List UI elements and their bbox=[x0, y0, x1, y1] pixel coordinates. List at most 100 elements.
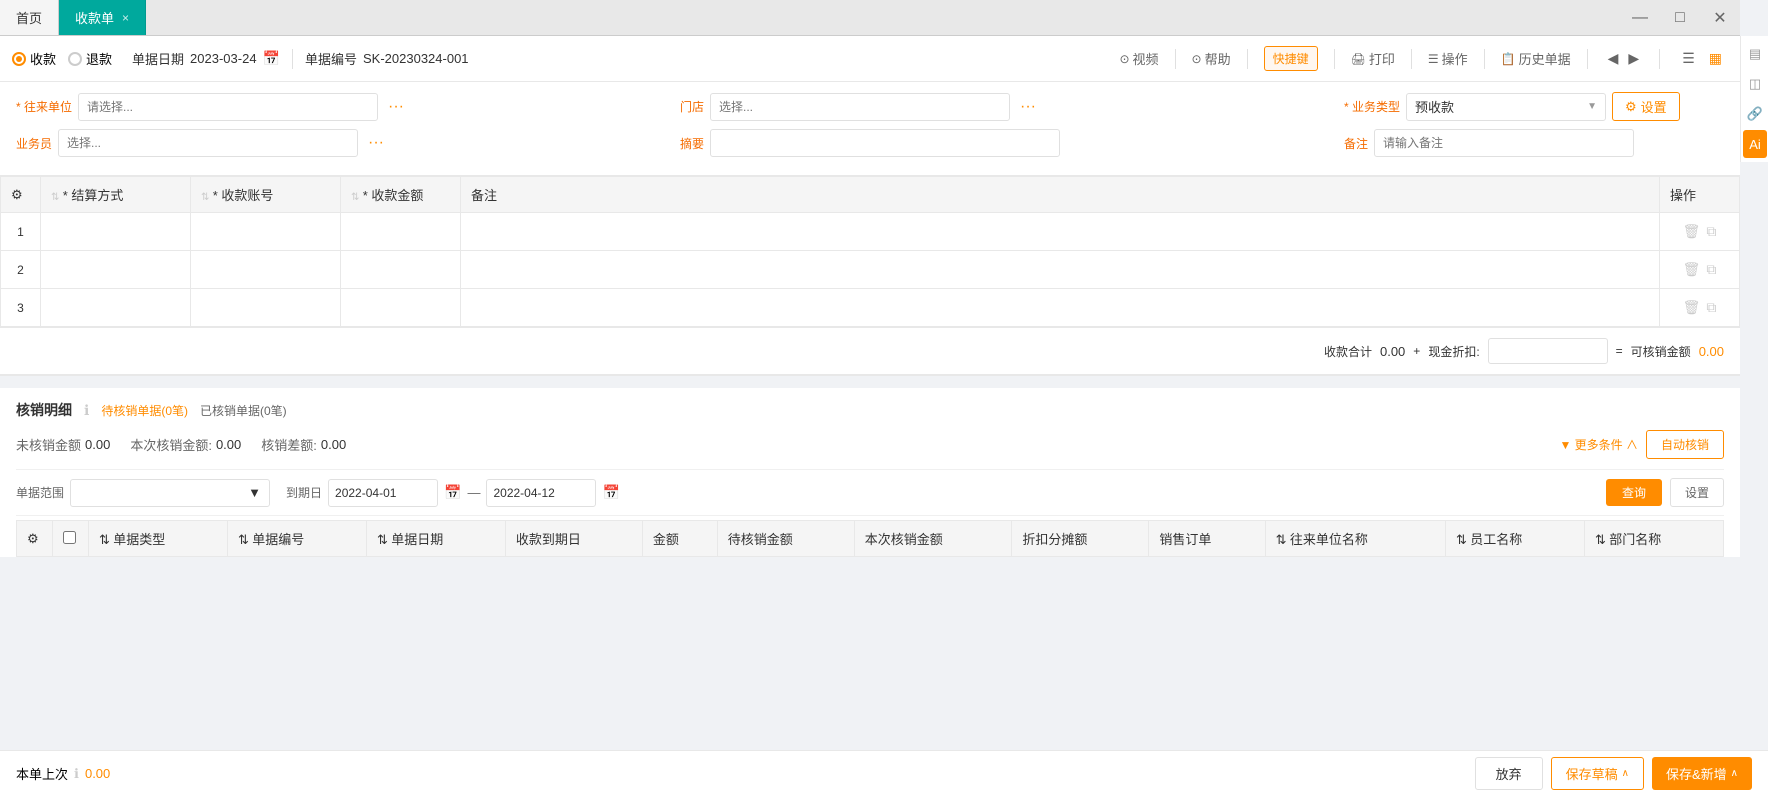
row-settlement-3[interactable] bbox=[41, 289, 191, 327]
copy-icon-2[interactable]: ⧉ bbox=[1706, 261, 1716, 278]
footer-info-icon[interactable]: ℹ bbox=[74, 766, 79, 782]
sidebar-icon-ai[interactable]: Ai bbox=[1743, 130, 1767, 158]
settings-button[interactable]: 设置 bbox=[1670, 478, 1724, 507]
close-button[interactable]: ✕ bbox=[1700, 0, 1740, 36]
unverified-value: 0.00 bbox=[85, 437, 110, 452]
tab-done[interactable]: 已核销单据(0笔) bbox=[200, 402, 287, 419]
payment-type-group: 收款 退款 bbox=[12, 49, 112, 68]
delete-icon-3[interactable]: 🗑 bbox=[1683, 299, 1701, 316]
verify-info-icon[interactable]: ℹ bbox=[84, 402, 89, 419]
save-new-button[interactable]: 保存&新增 ∧ bbox=[1652, 757, 1752, 790]
sub-col-dept: ⇅ 部门名称 bbox=[1584, 521, 1723, 557]
row-actions-2: 🗑 ⧉ bbox=[1660, 251, 1740, 289]
action-help[interactable]: ⊙ 帮助 bbox=[1192, 49, 1231, 68]
action-history[interactable]: 📋 历史单据 bbox=[1501, 49, 1571, 68]
calendar-icon[interactable]: 📅 bbox=[263, 50, 280, 67]
date-label: 单据日期 bbox=[132, 49, 184, 68]
verify-header: 核销明细 ℹ 待核销单据(0笔) 已核销单据(0笔) bbox=[16, 400, 1724, 420]
shortcut-button[interactable]: 快捷键 bbox=[1264, 46, 1318, 71]
nav-prev[interactable]: ◀ bbox=[1604, 48, 1623, 69]
col-settings-header[interactable]: ⚙ bbox=[1, 177, 41, 213]
action-video[interactable]: ⊙ 视频 bbox=[1119, 49, 1158, 68]
tab-home-label: 首页 bbox=[16, 8, 42, 27]
sidebar-icon-1[interactable]: ▤ bbox=[1743, 40, 1767, 68]
row-remark-1[interactable] bbox=[461, 213, 1660, 251]
sidebar-icon-3[interactable]: 🔗 bbox=[1743, 100, 1767, 128]
grid-view-btn[interactable]: ▦ bbox=[1703, 48, 1728, 69]
diff-value: 0.00 bbox=[321, 437, 346, 452]
minimize-button[interactable]: — bbox=[1620, 0, 1660, 36]
row-num-3: 3 bbox=[1, 289, 41, 327]
row-remark-3[interactable] bbox=[461, 289, 1660, 327]
divider2 bbox=[1175, 49, 1176, 69]
ai-icon: Ai bbox=[1749, 137, 1761, 152]
row-account-3[interactable] bbox=[191, 289, 341, 327]
row-actions-1: 🗑 ⧉ bbox=[1660, 213, 1740, 251]
action-print[interactable]: 🖨 打印 bbox=[1351, 49, 1395, 68]
radio-tuikuan[interactable]: 退款 bbox=[68, 49, 112, 68]
counterparty-input[interactable] bbox=[78, 93, 378, 121]
row-settlement-2[interactable] bbox=[41, 251, 191, 289]
filter-due-field: 到期日 📅 — 📅 bbox=[286, 479, 620, 507]
delete-icon-2[interactable]: 🗑 bbox=[1683, 261, 1701, 278]
table-row: 1 🗑 ⧉ bbox=[1, 213, 1740, 251]
row-account-2[interactable] bbox=[191, 251, 341, 289]
discount-input[interactable] bbox=[1488, 338, 1608, 364]
delete-icon-1[interactable]: 🗑 bbox=[1683, 223, 1701, 240]
counterparty-ellipsis[interactable]: ··· bbox=[388, 98, 404, 116]
sub-col-checkbox[interactable] bbox=[53, 521, 89, 557]
row-amount-1[interactable] bbox=[341, 213, 461, 251]
copy-icon-3[interactable]: ⧉ bbox=[1706, 299, 1716, 316]
remark-label: 备注 bbox=[1344, 135, 1368, 152]
sidebar-icon-2[interactable]: ◫ bbox=[1743, 70, 1767, 98]
remark-input[interactable] bbox=[1374, 129, 1634, 157]
maximize-button[interactable]: □ bbox=[1660, 0, 1700, 36]
tab-home[interactable]: 首页 bbox=[0, 0, 59, 35]
filter-due-end[interactable] bbox=[486, 479, 596, 507]
summary-row: 收款合计 0.00 + 现金折扣: = 可核销金额 0.00 bbox=[0, 327, 1740, 376]
sub-col-discount: 折扣分摊额 bbox=[1012, 521, 1149, 557]
nav-arrows: ◀ ▶ bbox=[1604, 48, 1644, 69]
link-icon: 🔗 bbox=[1747, 106, 1763, 122]
nav-next[interactable]: ▶ bbox=[1624, 48, 1643, 69]
radio-shoukuan[interactable]: 收款 bbox=[12, 49, 56, 68]
business-type-select[interactable]: 预收款 ▼ bbox=[1406, 93, 1606, 121]
store-input[interactable] bbox=[710, 93, 1010, 121]
more-conditions-link[interactable]: ▼ 更多条件 ∧ bbox=[1559, 436, 1638, 453]
query-button[interactable]: 查询 bbox=[1606, 479, 1662, 506]
date-start-icon[interactable]: 📅 bbox=[444, 484, 461, 501]
select-all-checkbox[interactable] bbox=[63, 531, 76, 544]
tab-pending[interactable]: 待核销单据(0笔) bbox=[101, 402, 188, 419]
filter-range-select[interactable]: ▼ bbox=[70, 479, 270, 507]
current-label: 本次核销金额: bbox=[130, 435, 212, 454]
divider6 bbox=[1484, 49, 1485, 69]
divider7 bbox=[1587, 49, 1588, 69]
setup-button[interactable]: ⚙ 设置 bbox=[1612, 92, 1680, 121]
sub-col-settings[interactable]: ⚙ bbox=[17, 521, 53, 557]
auto-verify-button[interactable]: 自动核销 bbox=[1646, 430, 1724, 459]
table-body: 1 🗑 ⧉ 2 bbox=[1, 213, 1740, 327]
list-view-btn[interactable]: ☰ bbox=[1676, 48, 1701, 69]
row-settlement-1[interactable] bbox=[41, 213, 191, 251]
row-amount-3[interactable] bbox=[341, 289, 461, 327]
date-separator: — bbox=[467, 485, 480, 500]
copy-icon-1[interactable]: ⧉ bbox=[1706, 223, 1716, 240]
salesperson-input[interactable] bbox=[58, 129, 358, 157]
sub-col-counterparty: ⇅ 往来单位名称 bbox=[1265, 521, 1445, 557]
store-ellipsis[interactable]: ··· bbox=[1020, 98, 1036, 116]
filter-due-start[interactable] bbox=[328, 479, 438, 507]
tab-close-icon[interactable]: × bbox=[122, 11, 129, 25]
filter-range-label: 单据范围 bbox=[16, 484, 64, 501]
date-end-icon[interactable]: 📅 bbox=[602, 484, 619, 501]
verify-title: 核销明细 bbox=[16, 400, 72, 420]
tab-active[interactable]: 收款单 × bbox=[59, 0, 146, 35]
save-draft-button[interactable]: 保存草稿 ∧ bbox=[1551, 757, 1644, 790]
summary-input[interactable] bbox=[710, 129, 1060, 157]
form-row-1: * 往来单位 ··· 门店 ··· * 业务类型 预收款 ▼ ⚙ 设置 bbox=[16, 92, 1724, 121]
row-account-1[interactable] bbox=[191, 213, 341, 251]
row-remark-2[interactable] bbox=[461, 251, 1660, 289]
discard-button[interactable]: 放弃 bbox=[1475, 757, 1543, 790]
salesperson-ellipsis[interactable]: ··· bbox=[368, 134, 384, 152]
row-amount-2[interactable] bbox=[341, 251, 461, 289]
action-operate[interactable]: ☰ 操作 bbox=[1428, 49, 1468, 68]
